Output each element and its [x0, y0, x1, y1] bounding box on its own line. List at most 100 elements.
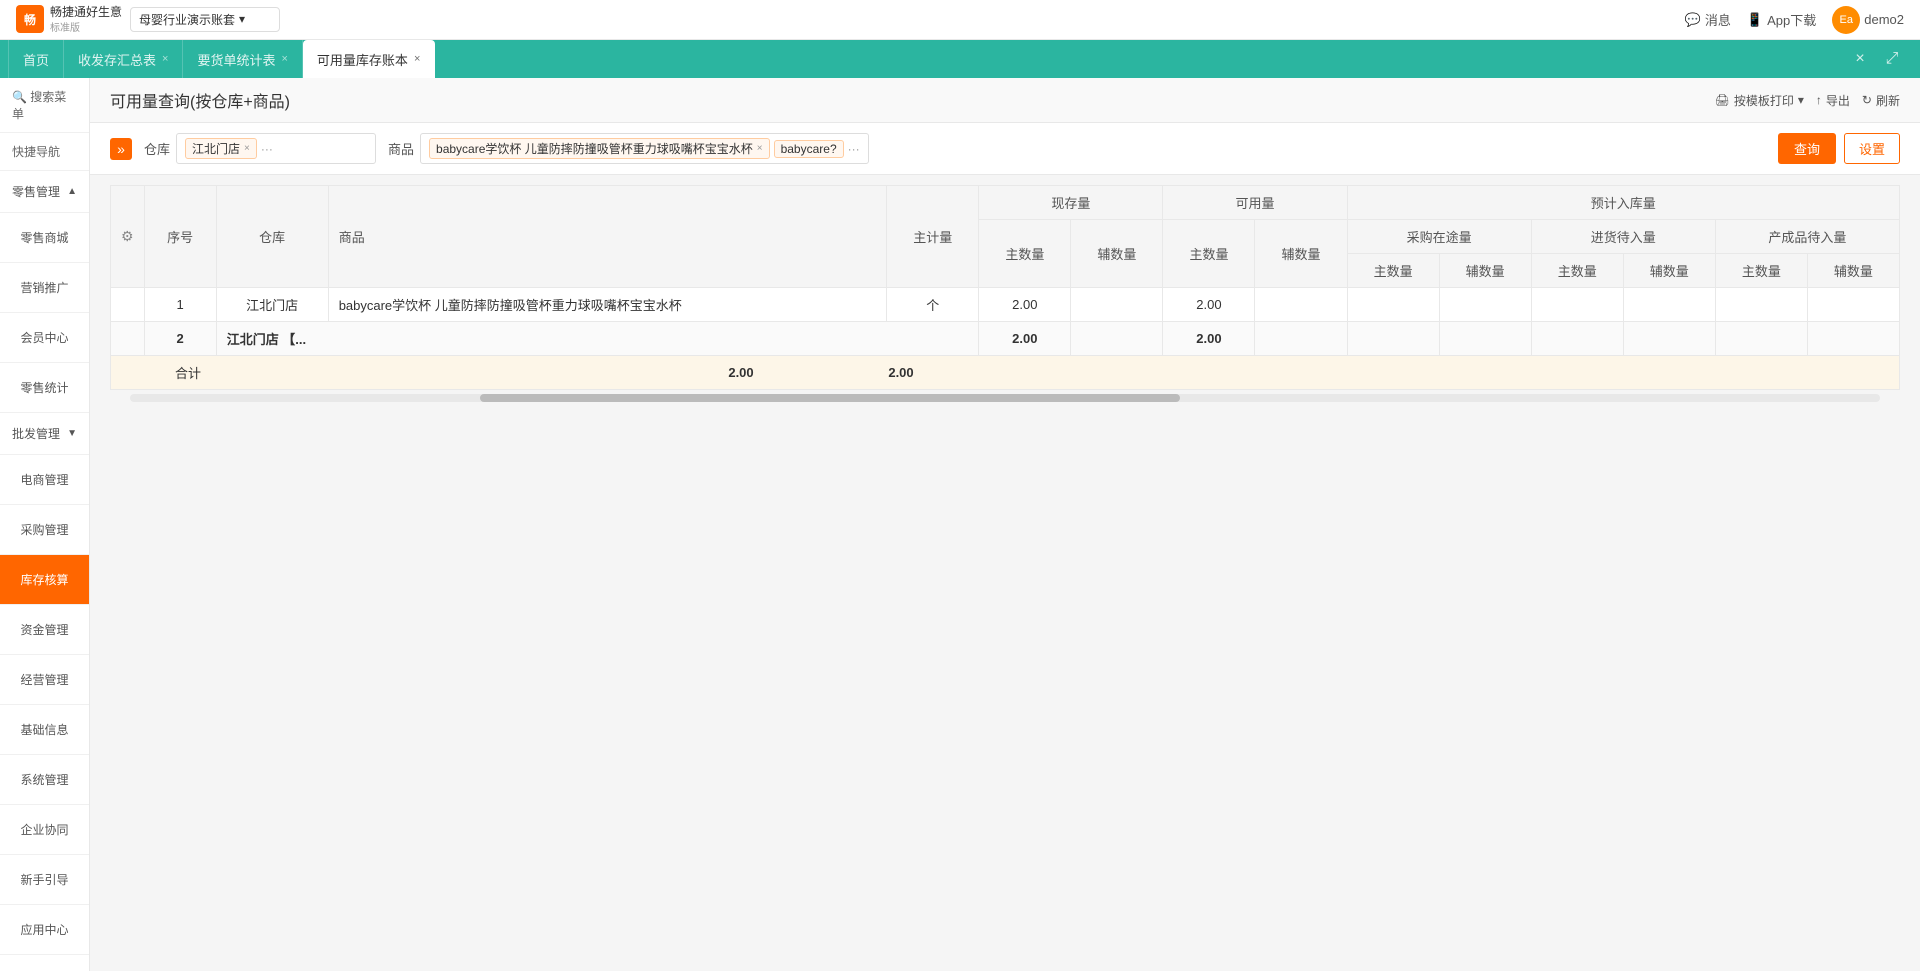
- subtotal-avail-aux: [1255, 322, 1347, 356]
- subtotal-purch-main: [1347, 322, 1439, 356]
- nav-tabs-left: 首页 收发存汇总表 × 要货单统计表 × 可用量库存账本 ×: [8, 40, 435, 78]
- warehouse-tag-close[interactable]: ×: [244, 143, 250, 154]
- product-tag-2: babycare?: [774, 140, 844, 158]
- sidebar-item-operations[interactable]: 经营管理: [0, 655, 89, 705]
- app-download-btn[interactable]: 📱 App下载: [1747, 10, 1816, 29]
- scroll-thumb[interactable]: [480, 394, 1180, 402]
- product-filter-field[interactable]: babycare学饮杯 儿童防摔防撞吸管杯重力球吸嘴杯宝宝水杯 × babyca…: [420, 133, 869, 164]
- scroll-bar-area: [110, 390, 1900, 406]
- cell-purch-aux: [1439, 288, 1531, 322]
- query-btn[interactable]: 查询: [1778, 133, 1836, 164]
- cell-settings: [111, 288, 145, 322]
- close-all-btn[interactable]: ×: [1848, 47, 1872, 71]
- col-prod-main: 主数量: [1715, 254, 1807, 288]
- sidebar-item-newbie[interactable]: 新手引导: [0, 855, 89, 905]
- subtotal-prod-main: [1715, 322, 1807, 356]
- page-actions: 🖨 按模板打印 ▾ ↑ 导出 ↻ 刷新: [1715, 92, 1900, 109]
- sidebar-item-retail-stats[interactable]: 零售统计: [0, 363, 89, 413]
- settings-btn[interactable]: 设置: [1844, 133, 1900, 164]
- content-area: 可用量查询(按仓库+商品) 🖨 按模板打印 ▾ ↑ 导出 ↻ 刷新: [90, 78, 1920, 971]
- user-profile[interactable]: Ea demo2: [1832, 6, 1904, 34]
- tab-receivables-label: 收发存汇总表: [78, 50, 156, 69]
- toggle-icon: »: [117, 141, 125, 157]
- cell-purch-main: [1347, 288, 1439, 322]
- cell-uom: 个: [887, 288, 979, 322]
- subtotal-stock-aux: [1071, 322, 1163, 356]
- sidebar-item-collab[interactable]: 企业协同: [0, 805, 89, 855]
- col-purchase-transit-header: 采购在途量: [1347, 220, 1531, 254]
- message-icon: 💬: [1685, 12, 1701, 28]
- subtotal-goods-aux: [1623, 322, 1715, 356]
- message-btn[interactable]: 💬 消息: [1685, 10, 1731, 29]
- sidebar-item-member[interactable]: 会员中心: [0, 313, 89, 363]
- top-bar: 畅 畅捷通好生意 标准版 母婴行业演示账套 ▾ 💬 消息 📱 App下载 Ea …: [0, 0, 1920, 40]
- subtotal-purch-aux: [1439, 322, 1531, 356]
- cell-avail-aux: [1255, 288, 1347, 322]
- cell-warehouse: 江北门店: [216, 288, 328, 322]
- tab-requisition[interactable]: 要货单统计表 ×: [183, 40, 302, 78]
- sidebar-search[interactable]: 🔍 搜索菜单: [0, 78, 89, 133]
- tab-requisition-label: 要货单统计表: [197, 50, 275, 69]
- tab-receivables-close[interactable]: ×: [162, 53, 168, 65]
- export-btn[interactable]: ↑ 导出: [1816, 92, 1850, 109]
- sidebar-item-ecommerce[interactable]: 电商管理: [0, 455, 89, 505]
- tab-available[interactable]: 可用量库存账本 ×: [303, 40, 435, 78]
- footer-stock-main: 2.00: [701, 365, 781, 380]
- scroll-track: [130, 394, 1880, 402]
- col-prod-aux: 辅数量: [1807, 254, 1899, 288]
- print-caret-icon: ▾: [1798, 93, 1804, 107]
- tab-receivables[interactable]: 收发存汇总表 ×: [64, 40, 183, 78]
- maximize-btn[interactable]: ⤢: [1880, 47, 1904, 71]
- col-settings: ⚙: [111, 186, 145, 288]
- sidebar-item-retail-mgmt[interactable]: 零售管理 ▲: [0, 171, 89, 213]
- sidebar-item-wecom[interactable]: 企业微信: [0, 955, 89, 971]
- filter-bar: » 仓库 江北门店 × ··· 商品 babycare学饮杯 儿童防摔防撞吸管杯…: [90, 123, 1920, 175]
- cell-prod-main: [1715, 288, 1807, 322]
- sidebar-quicknav[interactable]: 快捷导航: [0, 133, 89, 171]
- sidebar: 🔍 搜索菜单 快捷导航 零售管理 ▲ 零售商城 营销推广 会员中心 零售统计 批…: [0, 78, 90, 971]
- sidebar-item-wholesale-mgmt[interactable]: 批发管理 ▼: [0, 413, 89, 455]
- sidebar-item-purchase[interactable]: 采购管理: [0, 505, 89, 555]
- product-ellipsis[interactable]: ···: [848, 142, 860, 156]
- brand-info: 畅捷通好生意 标准版: [50, 5, 122, 34]
- col-warehouse-header: 仓库: [216, 186, 328, 288]
- subtotal-goods-main: [1531, 322, 1623, 356]
- sidebar-item-appcenter[interactable]: 应用中心: [0, 905, 89, 955]
- cell-prod-aux: [1807, 288, 1899, 322]
- footer-label: 合计: [121, 363, 701, 382]
- product-tag-1-close[interactable]: ×: [757, 143, 763, 154]
- retail-mgmt-caret-icon: ▲: [67, 186, 77, 197]
- sidebar-item-retail-mall[interactable]: 零售商城: [0, 213, 89, 263]
- product-filter-label: 商品: [388, 139, 414, 158]
- export-icon: ↑: [1816, 93, 1822, 107]
- col-avail-main: 主数量: [1163, 220, 1255, 288]
- sidebar-item-marketing[interactable]: 营销推广: [0, 263, 89, 313]
- col-goods-pending-header: 进货待入量: [1531, 220, 1715, 254]
- footer-avail-main: 2.00: [861, 365, 941, 380]
- warehouse-filter-field[interactable]: 江北门店 × ···: [176, 133, 376, 164]
- gear-icon[interactable]: ⚙: [121, 228, 134, 244]
- tab-home-label: 首页: [23, 50, 49, 69]
- tab-requisition-close[interactable]: ×: [281, 53, 287, 65]
- subtotal-prod-aux: [1807, 322, 1899, 356]
- warehouse-ellipsis[interactable]: ···: [261, 142, 273, 156]
- sidebar-item-inventory[interactable]: 库存核算: [0, 555, 89, 605]
- sidebar-item-basics[interactable]: 基础信息: [0, 705, 89, 755]
- subtotal-stock-main: 2.00: [979, 322, 1071, 356]
- download-icon: 📱: [1747, 12, 1763, 28]
- product-filter-group: 商品 babycare学饮杯 儿童防摔防撞吸管杯重力球吸嘴杯宝宝水杯 × bab…: [388, 133, 869, 164]
- industry-select[interactable]: 母婴行业演示账套 ▾: [130, 7, 280, 32]
- tab-home[interactable]: 首页: [8, 40, 64, 78]
- wholesale-mgmt-caret-icon: ▼: [67, 428, 77, 439]
- table-footer: 合计 2.00 2.00: [110, 356, 1900, 390]
- refresh-btn[interactable]: ↻ 刷新: [1862, 92, 1900, 109]
- tab-available-close[interactable]: ×: [414, 53, 420, 65]
- main-layout: 🔍 搜索菜单 快捷导航 零售管理 ▲ 零售商城 营销推广 会员中心 零售统计 批…: [0, 78, 1920, 971]
- col-no-header: 序号: [144, 186, 216, 288]
- sidebar-item-finance[interactable]: 资金管理: [0, 605, 89, 655]
- template-print-btn[interactable]: 🖨 按模板打印 ▾: [1715, 92, 1804, 109]
- filter-toggle-btn[interactable]: »: [110, 138, 132, 160]
- brand-logo: 畅 畅捷通好生意 标准版: [16, 5, 122, 34]
- nav-tabs-right: × ⤢: [1848, 40, 1912, 78]
- sidebar-item-system[interactable]: 系统管理: [0, 755, 89, 805]
